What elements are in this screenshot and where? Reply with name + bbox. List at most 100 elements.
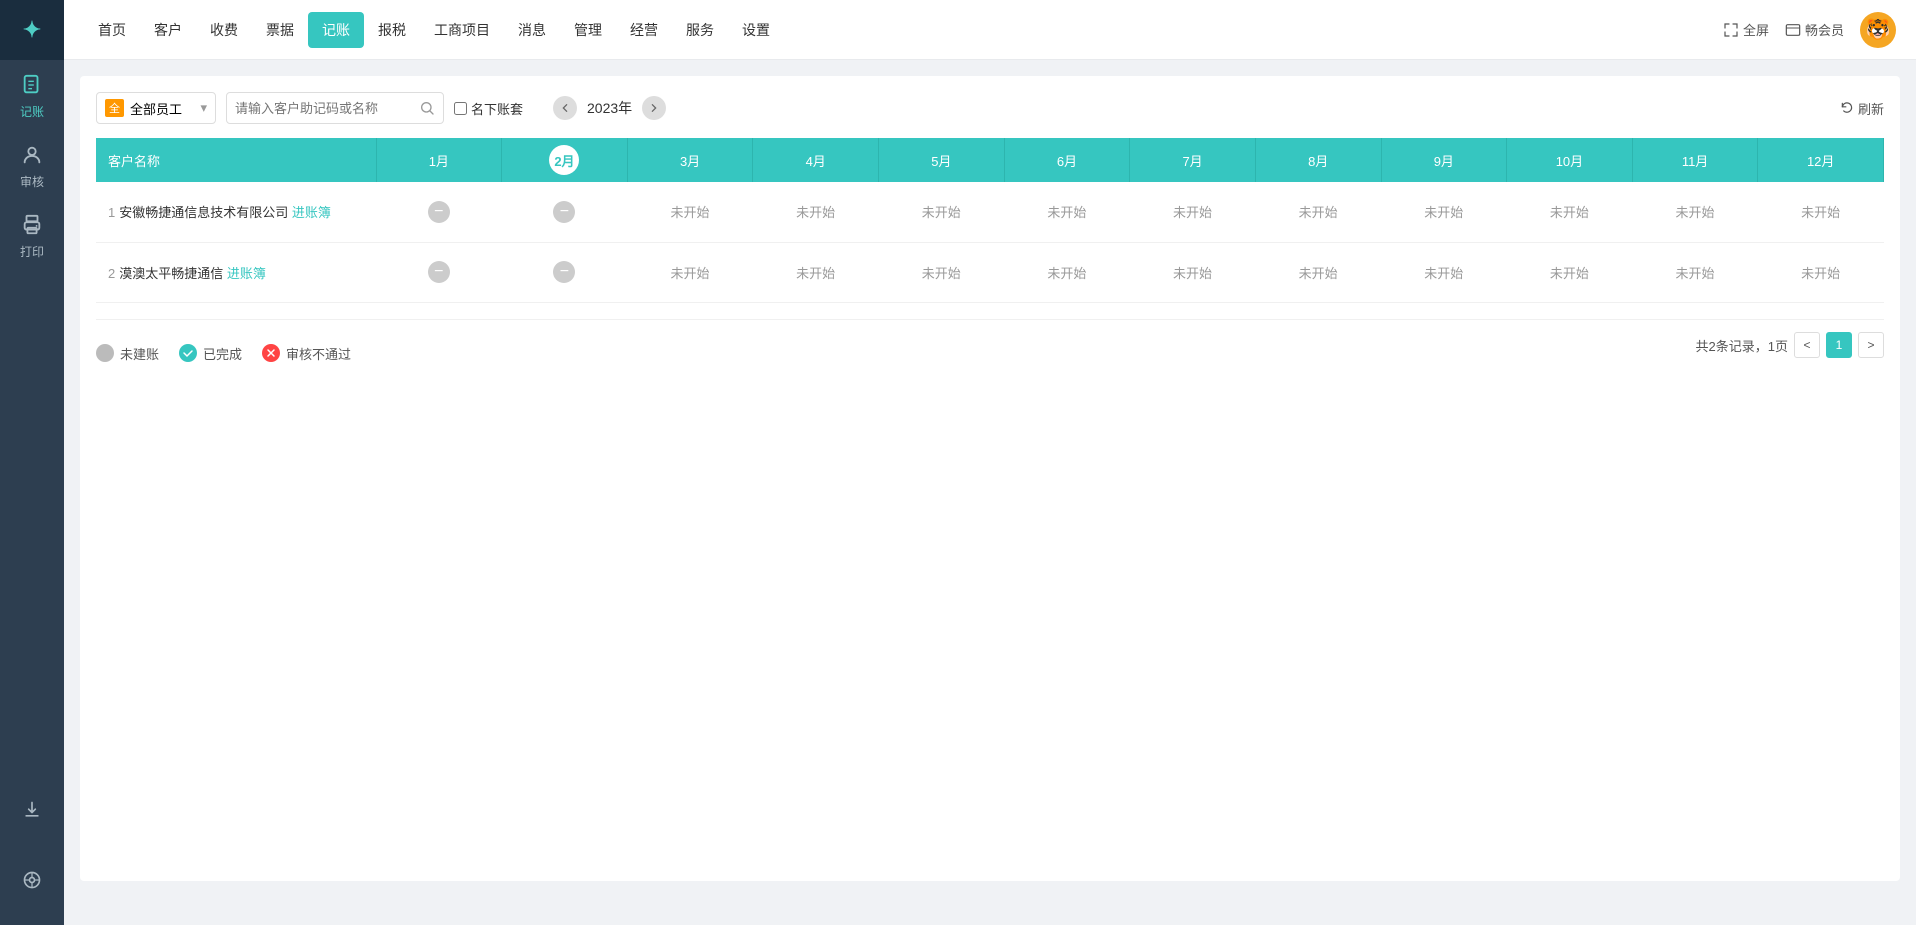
col-header-m4: 4月 [753,138,879,182]
legend-completed: 已完成 [179,344,242,363]
nav-message[interactable]: 消息 [504,0,560,60]
member-button[interactable]: 畅会员 [1785,20,1844,39]
nav-client[interactable]: 客户 [140,0,196,60]
sidebar-item-audit[interactable]: 审核 [0,130,64,200]
toolbar: 全 全部员工 ▾ 名下账套 [96,92,1884,124]
download-icon [18,796,46,824]
refresh-button[interactable]: 刷新 [1840,99,1884,118]
client-name: 安徽畅捷通信息技术有限公司 [119,205,288,220]
status-dash-icon: − [428,261,450,283]
col-header-m11: 11月 [1632,138,1758,182]
status-not-started: 未开始 [1299,205,1338,220]
data-table: 客户名称 1月 2月 3月 4月 [96,138,1884,303]
status-dash-icon: − [553,261,575,283]
my-accounts-checkbox[interactable] [454,102,467,115]
enter-ledger-link[interactable]: 进账簿 [292,205,331,220]
next-page-button[interactable]: > [1858,332,1884,358]
nav-service[interactable]: 服务 [672,0,728,60]
fullscreen-button[interactable]: 全屏 [1723,20,1769,39]
app-logo: ✦ [0,0,64,60]
cell-m12: 未开始 [1758,242,1884,302]
status-not-started: 未开始 [1550,205,1589,220]
status-not-started: 未开始 [922,266,961,281]
bookkeeping-icon [18,71,46,99]
employee-select[interactable]: 全 全部员工 ▾ [96,92,216,124]
nav-operation[interactable]: 经营 [616,0,672,60]
row-num: 2 [108,266,115,281]
prev-year-button[interactable] [553,96,577,120]
year-label: 2023年 [587,98,632,118]
table-container: 客户名称 1月 2月 3月 4月 [96,138,1884,303]
check-icon [182,347,194,359]
prev-page-button[interactable]: < [1794,332,1820,358]
enter-ledger-link[interactable]: 进账簿 [227,266,266,281]
status-not-started: 未开始 [1424,266,1463,281]
legend-not-built-label: 未建账 [120,344,159,363]
cell-m6: 未开始 [1004,242,1130,302]
col-header-m1: 1月 [376,138,502,182]
col-header-m12: 12月 [1758,138,1884,182]
status-not-started: 未开始 [1424,205,1463,220]
fullscreen-icon [1723,22,1739,38]
search-input[interactable] [235,101,415,116]
sidebar-print-label: 打印 [20,243,44,260]
user-avatar[interactable]: 🐯 [1860,12,1896,48]
support-icon [18,866,46,894]
chevron-right-icon [649,103,659,113]
cell-m4: 未开始 [753,182,879,242]
sidebar-item-print[interactable]: 打印 [0,200,64,270]
legend-dot-red [262,344,280,362]
status-not-started: 未开始 [1047,266,1086,281]
nav-home[interactable]: 首页 [84,0,140,60]
search-icon[interactable] [419,100,435,116]
status-not-started: 未开始 [671,266,710,281]
cell-m9: 未开始 [1381,242,1507,302]
content-card: 全 全部员工 ▾ 名下账套 [80,76,1900,881]
cell-m1: − [376,242,502,302]
col-header-m9: 9月 [1381,138,1507,182]
sidebar-item-bookkeeping[interactable]: 记账 [0,60,64,130]
nav-business[interactable]: 工商项目 [420,0,504,60]
cell-m3: 未开始 [627,242,753,302]
nav-tax[interactable]: 报税 [364,0,420,60]
main-wrapper: 首页 客户 收费 票据 记账 报税 工商项目 消息 管理 经营 服务 设置 全屏… [64,0,1916,925]
sidebar-bookkeeping-label: 记账 [20,103,44,120]
cell-m5: 未开始 [879,182,1005,242]
col-header-m8: 8月 [1255,138,1381,182]
refresh-label: 刷新 [1858,99,1884,118]
legend-completed-label: 已完成 [203,344,242,363]
status-dash-icon: − [428,201,450,223]
table-row: 2漠澳太平畅捷通信 进账簿−−未开始未开始未开始未开始未开始未开始未开始未开始未… [96,242,1884,302]
sidebar-item-support[interactable] [0,845,64,915]
employee-dropdown-icon: ▾ [200,100,207,116]
nav-bookkeeping[interactable]: 记账 [308,12,364,48]
employee-select-label: 全部员工 [130,99,182,118]
status-not-started: 未开始 [1801,205,1840,220]
next-year-button[interactable] [642,96,666,120]
status-not-started: 未开始 [1676,266,1715,281]
status-not-started: 未开始 [1173,205,1212,220]
nav-invoice[interactable]: 票据 [252,0,308,60]
legend-failed: 审核不通过 [262,344,351,363]
sidebar-item-download[interactable] [0,775,64,845]
current-page-button[interactable]: 1 [1826,332,1852,358]
nav-manage[interactable]: 管理 [560,0,616,60]
nav-right: 全屏 畅会员 🐯 [1723,12,1896,48]
nav-billing[interactable]: 收费 [196,0,252,60]
pagination: 共2条记录，1页 < 1 > [1696,332,1884,358]
nav-settings[interactable]: 设置 [728,0,784,60]
legend-failed-label: 审核不通过 [286,344,351,363]
col-header-m6: 6月 [1004,138,1130,182]
col-header-m3: 3月 [627,138,753,182]
cell-m5: 未开始 [879,242,1005,302]
checkbox-label[interactable]: 名下账套 [454,99,523,118]
cell-m7: 未开始 [1130,182,1256,242]
col-header-m7: 7月 [1130,138,1256,182]
status-not-started: 未开始 [1801,266,1840,281]
status-not-started: 未开始 [1173,266,1212,281]
table-header-row: 客户名称 1月 2月 3月 4月 [96,138,1884,182]
status-not-started: 未开始 [1299,266,1338,281]
table-row: 1安徽畅捷通信息技术有限公司 进账簿−−未开始未开始未开始未开始未开始未开始未开… [96,182,1884,242]
footer-legend: 未建账 已完成 [96,344,351,363]
chevron-left-icon [560,103,570,113]
